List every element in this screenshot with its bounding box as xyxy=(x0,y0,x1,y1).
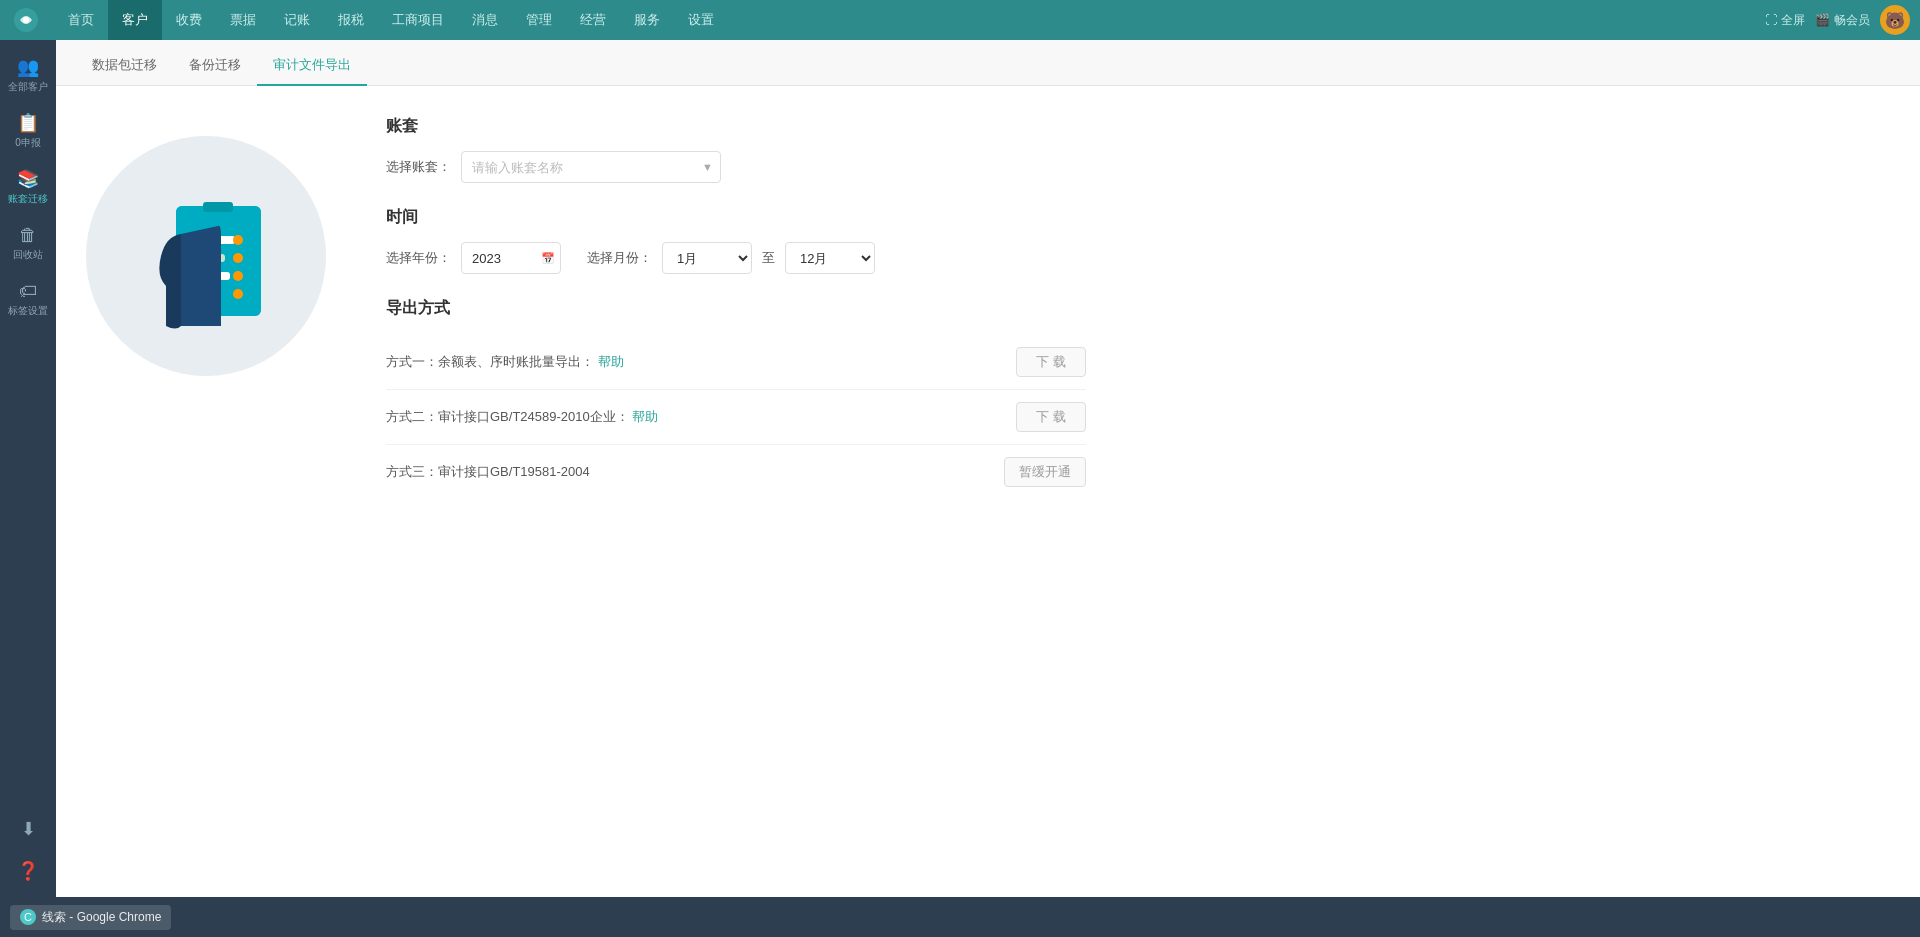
sidebar: 👥 全部客户 📋 0申报 📚 账套迁移 🗑 回收站 🏷 标签设置 ⬇ ❓ xyxy=(0,40,56,897)
time-section: 时间 选择年份： 📅 选择月份： 1月 2月 3月 4月 xyxy=(386,207,1086,274)
svg-point-8 xyxy=(233,235,243,245)
nav-items: 首页 客户 收费 票据 记账 报税 工商项目 消息 管理 经营 服务 设置 xyxy=(54,0,1765,40)
sidebar-item-recycle[interactable]: 🗑 回收站 xyxy=(0,216,56,272)
nav-customer[interactable]: 客户 xyxy=(108,0,162,40)
method-2-link[interactable]: 帮助 xyxy=(632,409,658,424)
nav-accounting[interactable]: 记账 xyxy=(270,0,324,40)
nav-message[interactable]: 消息 xyxy=(458,0,512,40)
export-method-2: 方式二：审计接口GB/T24589-2010企业： 帮助 下 载 xyxy=(386,390,1086,445)
account-section: 账套 选择账套： ▼ xyxy=(386,116,1086,183)
nav-home[interactable]: 首页 xyxy=(54,0,108,40)
method-2-text: 方式二：审计接口GB/T24589-2010企业： 帮助 xyxy=(386,408,658,426)
nav-service[interactable]: 服务 xyxy=(620,0,674,40)
tag-settings-icon: 🏷 xyxy=(19,282,37,300)
method-3-prefix: 方式三：审计接口GB/T19581-2004 xyxy=(386,464,590,479)
taskbar-chrome-label: 线索 - Google Chrome xyxy=(42,909,161,926)
sidebar-download-icon[interactable]: ⬇ xyxy=(10,811,46,847)
method-1-link[interactable]: 帮助 xyxy=(598,354,624,369)
nav-business[interactable]: 工商项目 xyxy=(378,0,458,40)
sidebar-label-account-migration: 账套迁移 xyxy=(8,192,48,206)
member-button[interactable]: 🎬 畅会员 xyxy=(1815,12,1870,29)
fullscreen-button[interactable]: ⛶ 全屏 xyxy=(1765,12,1805,29)
taskbar-chrome-item[interactable]: C 线索 - Google Chrome xyxy=(10,905,171,930)
export-section: 导出方式 方式一：余额表、序时账批量导出： 帮助 下 载 方式二：审计接口GB/… xyxy=(386,298,1086,499)
illustration-svg xyxy=(116,156,296,356)
method-3-open-button[interactable]: 暂缓开通 xyxy=(1004,457,1086,487)
svg-point-9 xyxy=(233,253,243,263)
month-start-select[interactable]: 1月 2月 3月 4月 5月 6月 7月 8月 9月 10月 11月 12月 xyxy=(662,242,752,274)
sidebar-label-all-customers: 全部客户 xyxy=(8,80,48,94)
svg-point-1 xyxy=(23,17,29,23)
nav-settings[interactable]: 设置 xyxy=(674,0,728,40)
sidebar-item-all-customers[interactable]: 👥 全部客户 xyxy=(0,48,56,104)
sidebar-item-account-migration[interactable]: 📚 账套迁移 xyxy=(0,160,56,216)
avatar[interactable]: 🐻 xyxy=(1880,5,1910,35)
content-area: 数据包迁移 备份迁移 审计文件导出 xyxy=(56,40,1920,897)
nav-fee[interactable]: 收费 xyxy=(162,0,216,40)
nav-operation[interactable]: 经营 xyxy=(566,0,620,40)
form-area: 账套 选择账套： ▼ 时间 选择年份： xyxy=(386,116,1086,523)
chrome-icon-wrap: C xyxy=(20,909,36,925)
month-end-select[interactable]: 1月 2月 3月 4月 5月 6月 7月 8月 9月 10月 11月 12月 xyxy=(785,242,875,274)
sidebar-item-zero-declaration[interactable]: 📋 0申报 xyxy=(0,104,56,160)
nav-manage[interactable]: 管理 xyxy=(512,0,566,40)
recycle-icon: 🗑 xyxy=(19,226,37,244)
tab-backup-migration[interactable]: 备份迁移 xyxy=(173,46,257,86)
sidebar-label-recycle: 回收站 xyxy=(13,248,43,262)
app-logo[interactable] xyxy=(10,4,42,36)
tabs-bar: 数据包迁移 备份迁移 审计文件导出 xyxy=(56,40,1920,86)
year-label: 选择年份： xyxy=(386,249,451,267)
to-label: 至 xyxy=(762,249,775,267)
zero-declaration-icon: 📋 xyxy=(17,114,39,132)
sidebar-help-icon[interactable]: ❓ xyxy=(10,853,46,889)
year-input[interactable] xyxy=(461,242,561,274)
tab-audit-export[interactable]: 审计文件导出 xyxy=(257,46,367,86)
svg-rect-12 xyxy=(203,202,233,212)
nav-tax[interactable]: 报税 xyxy=(324,0,378,40)
taskbar: C 线索 - Google Chrome xyxy=(0,897,1920,937)
time-form-row: 选择年份： 📅 选择月份： 1月 2月 3月 4月 5月 6月 xyxy=(386,242,1086,274)
method-2-download-button[interactable]: 下 载 xyxy=(1016,402,1086,432)
account-section-title: 账套 xyxy=(386,116,1086,137)
method-1-download-button[interactable]: 下 载 xyxy=(1016,347,1086,377)
method-1-prefix: 方式一：余额表、序时账批量导出： xyxy=(386,354,594,369)
page-content: 账套 选择账套： ▼ 时间 选择年份： xyxy=(56,86,1920,897)
sidebar-label-zero-declaration: 0申报 xyxy=(15,136,41,150)
tab-data-migration[interactable]: 数据包迁移 xyxy=(76,46,173,86)
main-layout: 👥 全部客户 📋 0申报 📚 账套迁移 🗑 回收站 🏷 标签设置 ⬇ ❓ 数据包… xyxy=(0,40,1920,897)
method-3-text: 方式三：审计接口GB/T19581-2004 xyxy=(386,463,590,481)
top-nav: 首页 客户 收费 票据 记账 报税 工商项目 消息 管理 经营 服务 设置 ⛶ … xyxy=(0,0,1920,40)
method-2-prefix: 方式二：审计接口GB/T24589-2010企业： xyxy=(386,409,629,424)
export-method-1: 方式一：余额表、序时账批量导出： 帮助 下 载 xyxy=(386,335,1086,390)
all-customers-icon: 👥 xyxy=(17,58,39,76)
time-section-title: 时间 xyxy=(386,207,1086,228)
account-select-label: 选择账套： xyxy=(386,158,451,176)
sidebar-label-tag-settings: 标签设置 xyxy=(8,304,48,318)
nav-invoice[interactable]: 票据 xyxy=(216,0,270,40)
illustration-circle xyxy=(86,136,326,376)
month-label: 选择月份： xyxy=(587,249,652,267)
svg-point-10 xyxy=(233,271,243,281)
sidebar-item-tag-settings[interactable]: 🏷 标签设置 xyxy=(0,272,56,328)
sidebar-bottom: ⬇ ❓ xyxy=(10,811,46,889)
method-1-text: 方式一：余额表、序时账批量导出： 帮助 xyxy=(386,353,624,371)
account-form-row: 选择账套： ▼ xyxy=(386,151,1086,183)
chrome-icon: C xyxy=(24,911,32,923)
account-migration-icon: 📚 xyxy=(17,170,39,188)
export-method-3: 方式三：审计接口GB/T19581-2004 暂缓开通 xyxy=(386,445,1086,499)
top-nav-right: ⛶ 全屏 🎬 畅会员 🐻 xyxy=(1765,5,1910,35)
illustration-wrap xyxy=(86,136,326,376)
account-select-input[interactable] xyxy=(461,151,721,183)
svg-point-11 xyxy=(233,289,243,299)
export-section-title: 导出方式 xyxy=(386,298,1086,319)
